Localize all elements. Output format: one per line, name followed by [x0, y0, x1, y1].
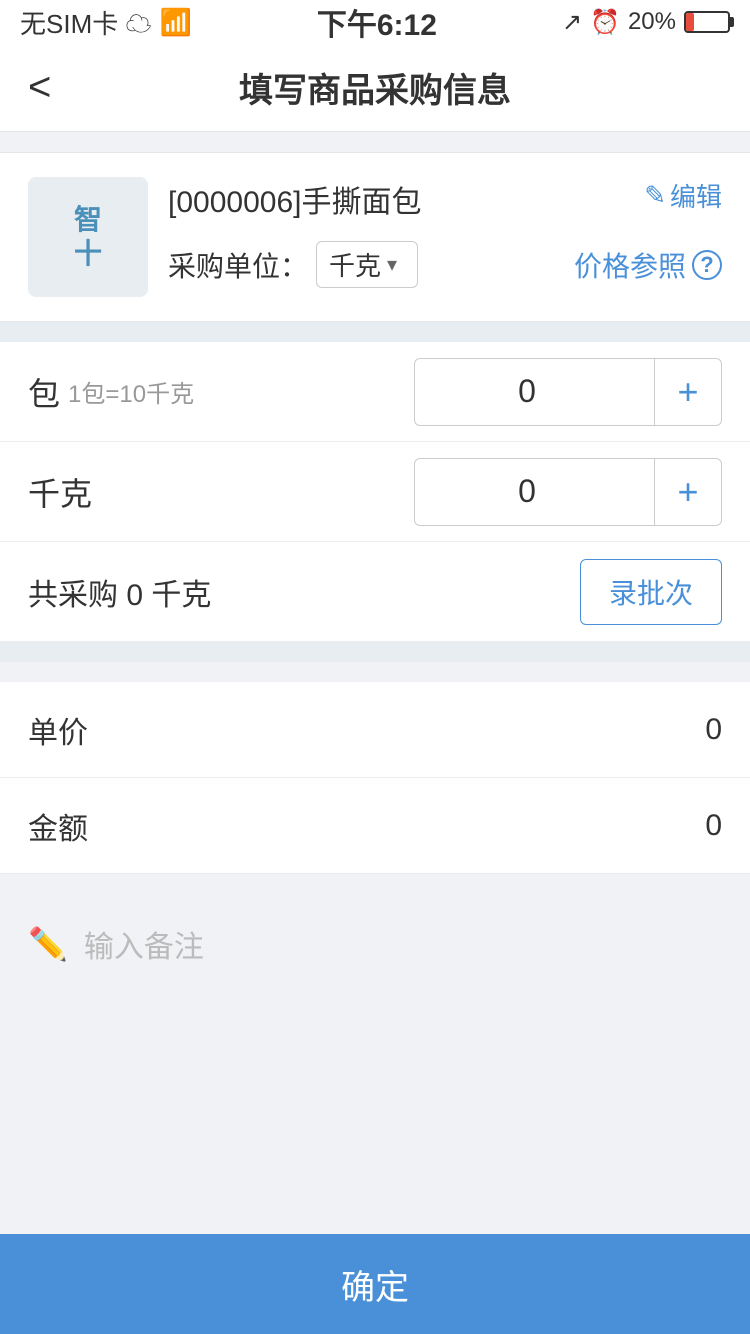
back-button[interactable]: < — [28, 65, 51, 110]
unit-price-row: 单价 0 — [0, 682, 750, 778]
price-ref-label: 价格参照 — [574, 245, 686, 285]
status-bar: 无SIM卡 ☁ 📶 下午6:12 ↗ ⏰ 20% — [0, 0, 750, 44]
edit-icon: ✎ — [644, 180, 666, 211]
unit-select-arrow-icon: ▾ — [387, 252, 397, 277]
wifi-icon: 📶 — [159, 7, 191, 38]
status-time: 下午6:12 — [317, 0, 437, 44]
content-fill — [0, 994, 750, 1274]
amount-label: 金额 — [28, 804, 88, 848]
section-divider-1 — [0, 322, 750, 342]
remarks-placeholder: 输入备注 — [84, 922, 204, 966]
product-image: 智 十 — [28, 177, 148, 297]
remarks-section[interactable]: ✏️ 输入备注 — [0, 894, 750, 994]
alarm-icon: ⏰ — [590, 8, 620, 37]
unit-value: 千克 — [329, 246, 381, 283]
status-left: 无SIM卡 ☁ 📶 — [20, 4, 192, 41]
product-unit-row: 采购单位： 千克 ▾ 价格参照 ? — [168, 241, 722, 288]
battery-percent: 20% — [628, 8, 676, 36]
nav-bar: < 填写商品采购信息 — [0, 44, 750, 132]
bag-label: 包 — [28, 369, 60, 415]
kg-quantity-input[interactable] — [414, 458, 654, 526]
unit-price-value: 0 — [705, 713, 722, 747]
summary-text: 共采购 0 千克 — [28, 570, 211, 614]
page-title: 填写商品采购信息 — [239, 63, 511, 112]
pencil-icon: ✏️ — [28, 925, 68, 963]
product-logo: 智 十 — [74, 203, 102, 270]
price-ref-button[interactable]: 价格参照 ? — [574, 245, 722, 285]
unit-price-label: 单价 — [28, 708, 88, 752]
bag-plus-icon: + — [677, 371, 698, 413]
product-header: [0000006]手撕面包 ✎ 编辑 — [168, 177, 722, 221]
bag-input-row: 包 1包=10千克 + — [0, 342, 750, 442]
kg-plus-button[interactable]: + — [654, 458, 722, 526]
summary-row: 共采购 0 千克 录批次 — [0, 542, 750, 642]
price-ref-help-icon: ? — [692, 250, 722, 280]
confirm-label: 确定 — [341, 1260, 409, 1309]
section-divider-2 — [0, 642, 750, 662]
bag-sublabel: 1包=10千克 — [68, 374, 194, 409]
amount-row: 金额 0 — [0, 778, 750, 874]
edit-button[interactable]: ✎ 编辑 — [644, 177, 722, 214]
sim-label: 无SIM卡 ☁ — [20, 4, 151, 41]
kg-input-row: 千克 + — [0, 442, 750, 542]
batch-button[interactable]: 录批次 — [580, 559, 722, 625]
unit-label: 采购单位： — [168, 245, 308, 285]
product-info: [0000006]手撕面包 ✎ 编辑 采购单位： 千克 ▾ 价格参照 ? — [168, 177, 722, 288]
bag-input-right: + — [414, 358, 722, 426]
location-icon: ↗ — [562, 8, 582, 37]
product-card: 智 十 [0000006]手撕面包 ✎ 编辑 采购单位： 千克 ▾ 价格参照 ? — [0, 152, 750, 322]
kg-input-right: + — [414, 458, 722, 526]
bag-plus-button[interactable]: + — [654, 358, 722, 426]
bag-quantity-input[interactable] — [414, 358, 654, 426]
edit-label: 编辑 — [670, 177, 722, 214]
price-section: 单价 0 金额 0 — [0, 682, 750, 874]
input-section: 包 1包=10千克 + 千克 + — [0, 342, 750, 542]
kg-plus-icon: + — [677, 471, 698, 513]
kg-label: 千克 — [28, 469, 92, 515]
product-name: [0000006]手撕面包 — [168, 177, 644, 221]
battery-icon — [684, 11, 730, 33]
unit-select[interactable]: 千克 ▾ — [316, 241, 418, 288]
amount-value: 0 — [705, 809, 722, 843]
confirm-button[interactable]: 确定 — [0, 1234, 750, 1334]
status-right: ↗ ⏰ 20% — [562, 8, 730, 37]
